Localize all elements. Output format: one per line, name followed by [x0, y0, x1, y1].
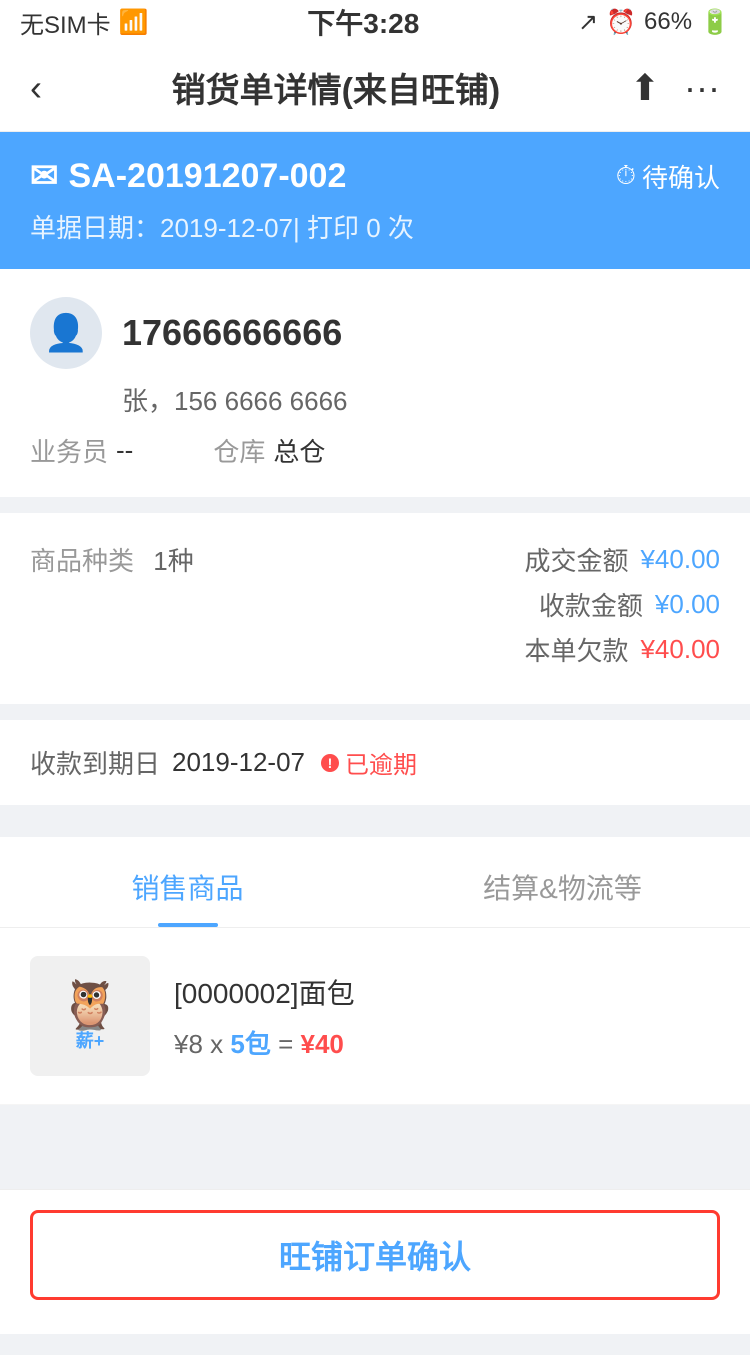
order-icon: ✉: [30, 156, 59, 196]
transaction-row: 成交金额 ¥40.00: [524, 541, 720, 578]
status-bar: 无SIM卡 📶 下午3:28 ↗ ⏰ 66% 🔋: [0, 0, 750, 44]
product-info: [0000002]面包 ¥8 x 5包 = ¥40: [174, 972, 355, 1061]
product-price: ¥8 x 5包 = ¥40: [174, 1024, 355, 1061]
customer-meta: 业务员 -- 仓库 总仓: [30, 432, 720, 469]
table-row: 🦉 薪+ [0000002]面包 ¥8 x 5包 = ¥40: [0, 928, 750, 1105]
tab-sales-products[interactable]: 销售商品: [0, 837, 375, 927]
status-time: 下午3:28: [307, 2, 419, 42]
overdue-dot-icon: !: [321, 754, 339, 772]
due-label: 收款到期日: [30, 744, 160, 781]
owed-row: 本单欠款 ¥40.00: [524, 631, 720, 668]
product-name: [0000002]面包: [174, 972, 355, 1012]
nav-bar: ‹ 销货单详情(来自旺铺) ⬆ ···: [0, 44, 750, 132]
status-right: ↗ ⏰ 66% 🔋: [578, 8, 730, 37]
section-divider: [0, 821, 750, 837]
customer-phone: 17666666666: [122, 312, 342, 354]
order-id: ✉ SA-20191207-002: [30, 156, 346, 196]
battery-level: 66%: [644, 8, 692, 36]
back-button[interactable]: ‹: [30, 67, 42, 109]
clock-icon: ⏱: [616, 160, 636, 192]
alarm-icon: ⏰: [606, 8, 636, 37]
location-icon: ↗: [578, 8, 598, 37]
tab-settlement[interactable]: 结算&物流等: [375, 837, 750, 927]
carrier-label: 无SIM卡: [20, 5, 111, 40]
product-list: 🦉 薪+ [0000002]面包 ¥8 x 5包 = ¥40: [0, 928, 750, 1105]
sales-label: 业务员: [30, 432, 108, 469]
customer-name: 张，156 6666 6666: [30, 381, 720, 418]
page-title: 销货单详情(来自旺铺): [172, 63, 501, 112]
sales-value: --: [116, 435, 133, 466]
order-date: 单据日期：2019-12-07| 打印 0 次: [30, 208, 720, 245]
product-logo: 🦉 薪+: [60, 982, 120, 1050]
summary-left: 商品种类 1种: [30, 541, 194, 584]
product-image: 🦉 薪+: [30, 956, 150, 1076]
warehouse-value: 总仓: [273, 432, 325, 469]
share-icon[interactable]: ⬆: [630, 67, 660, 109]
confirm-button-wrap: 旺铺订单确认: [0, 1189, 750, 1334]
avatar-icon: 👤: [44, 312, 89, 354]
owl-icon: 🦉: [60, 982, 120, 1030]
more-icon[interactable]: ···: [684, 67, 720, 109]
order-status: ⏱ 待确认: [616, 158, 720, 195]
battery-icon: 🔋: [700, 8, 730, 37]
tabs-section: 销售商品 结算&物流等 🦉 薪+ [0000002]面包 ¥8 x 5包 = ¥…: [0, 837, 750, 1105]
logo-text: 薪+: [76, 1032, 105, 1050]
confirm-order-button[interactable]: 旺铺订单确认: [30, 1210, 720, 1300]
product-type-row: 商品种类 1种: [30, 541, 194, 578]
due-date: 2019-12-07: [172, 747, 305, 778]
overdue-badge: ! 已逾期: [321, 745, 417, 780]
received-row: 收款金额 ¥0.00: [524, 586, 720, 623]
customer-section: 👤 17666666666 张，156 6666 6666 业务员 -- 仓库 …: [0, 269, 750, 497]
summary-section: 商品种类 1种 成交金额 ¥40.00 收款金额 ¥0.00 本单欠款 ¥40.…: [0, 513, 750, 704]
status-left: 无SIM卡 📶: [20, 5, 149, 40]
due-date-section: 收款到期日 2019-12-07 ! 已逾期: [0, 720, 750, 805]
avatar: 👤: [30, 297, 102, 369]
warehouse-label: 仓库: [213, 432, 265, 469]
order-header: ✉ SA-20191207-002 ⏱ 待确认 单据日期：2019-12-07|…: [0, 132, 750, 269]
summary-right: 成交金额 ¥40.00 收款金额 ¥0.00 本单欠款 ¥40.00: [524, 541, 720, 676]
nav-actions: ⬆ ···: [630, 67, 720, 109]
wifi-icon: 📶: [119, 8, 149, 37]
tabs-header: 销售商品 结算&物流等: [0, 837, 750, 928]
